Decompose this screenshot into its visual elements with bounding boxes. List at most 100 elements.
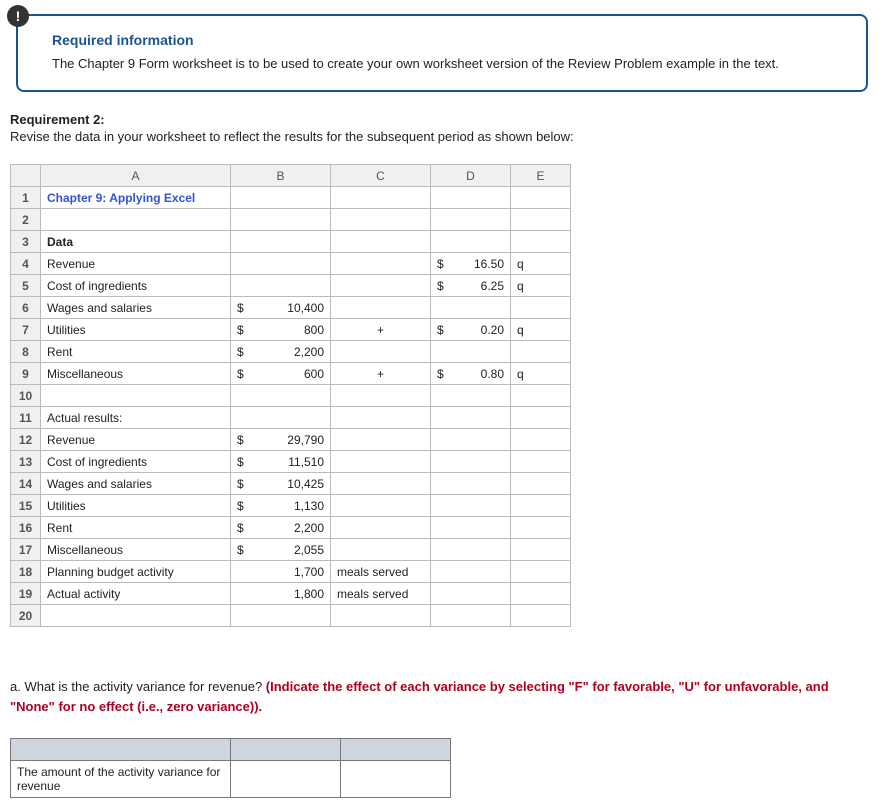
row-num: 5 [11,275,41,297]
cell-D7-sym: $ [437,323,444,337]
cell-A12: Revenue [41,429,231,451]
cell-D5-sym: $ [437,279,444,293]
row-num: 14 [11,473,41,495]
row-6: 6 Wages and salaries $10,400 [11,297,571,319]
cell-A16: Rent [41,517,231,539]
cell-B13-sym: $ [237,455,244,469]
col-header-B: B [231,165,331,187]
required-information-panel: ! Required information The Chapter 9 For… [16,14,868,92]
row-13: 13 Cost of ingredients $11,510 [11,451,571,473]
cell-B17-sym: $ [237,543,244,557]
cell-A9: Miscellaneous [41,363,231,385]
info-title: Required information [52,32,846,48]
row-2: 2 [11,209,571,231]
excel-worksheet: A B C D E 1 Chapter 9: Applying Excel 2 … [10,164,571,627]
row-num: 1 [11,187,41,209]
cell-D4-sym: $ [437,257,444,271]
row-num: 6 [11,297,41,319]
cell-B8-val: 2,200 [294,345,324,359]
cell-B6-val: 10,400 [287,301,324,315]
row-num: 20 [11,605,41,627]
cell-A4: Revenue [41,253,231,275]
answer-amount-input[interactable] [231,761,341,798]
cell-D4-val: 16.50 [474,257,504,271]
row-4: 4 Revenue $16.50 q [11,253,571,275]
cell-B15-val: 1,130 [294,499,324,513]
row-9: 9 Miscellaneous $600 + $0.80 q [11,363,571,385]
cell-B12-sym: $ [237,433,244,447]
row-num: 3 [11,231,41,253]
cell-B6-sym: $ [237,301,244,315]
cell-B12-val: 29,790 [287,433,324,447]
cell-B8-sym: $ [237,345,244,359]
cell-B19: 1,800 [231,583,331,605]
row-14: 14 Wages and salaries $10,425 [11,473,571,495]
row-num: 18 [11,561,41,583]
cell-A11: Actual results: [41,407,231,429]
question-a: a. What is the activity variance for rev… [10,677,874,716]
requirement-title: Requirement 2: [10,112,874,127]
cell-D9-sym: $ [437,367,444,381]
row-16: 16 Rent $2,200 [11,517,571,539]
cell-C18: meals served [331,561,431,583]
info-text: The Chapter 9 Form worksheet is to be us… [52,54,846,74]
cell-A19: Actual activity [41,583,231,605]
row-num: 13 [11,451,41,473]
row-num: 8 [11,341,41,363]
requirement-text: Revise the data in your worksheet to ref… [10,127,874,147]
cell-D5-val: 6.25 [481,279,504,293]
row-1: 1 Chapter 9: Applying Excel [11,187,571,209]
cell-A3: Data [41,231,231,253]
row-10: 10 [11,385,571,407]
question-text: a. What is the activity variance for rev… [10,679,266,694]
answer-effect-input[interactable] [341,761,451,798]
cell-A18: Planning budget activity [41,561,231,583]
cell-B16-sym: $ [237,521,244,535]
answer-header-blank-2 [231,739,341,761]
cell-B7-val: 800 [304,323,324,337]
corner-cell [11,165,41,187]
cell-D9-val: 0.80 [481,367,504,381]
cell-C19: meals served [331,583,431,605]
cell-A6: Wages and salaries [41,297,231,319]
row-7: 7 Utilities $800 + $0.20 q [11,319,571,341]
cell-C7: + [331,319,431,341]
cell-A17: Miscellaneous [41,539,231,561]
row-num: 10 [11,385,41,407]
cell-A5: Cost of ingredients [41,275,231,297]
row-18: 18 Planning budget activity 1,700 meals … [11,561,571,583]
cell-E5: q [511,275,571,297]
row-20: 20 [11,605,571,627]
cell-E4: q [511,253,571,275]
row-11: 11 Actual results: [11,407,571,429]
row-num: 11 [11,407,41,429]
row-num: 12 [11,429,41,451]
row-num: 2 [11,209,41,231]
row-5: 5 Cost of ingredients $6.25 q [11,275,571,297]
col-header-E: E [511,165,571,187]
row-num: 9 [11,363,41,385]
col-header-D: D [431,165,511,187]
row-3: 3 Data [11,231,571,253]
cell-B9-val: 600 [304,367,324,381]
answer-row-label: The amount of the activity variance for … [11,761,231,798]
answer-table: The amount of the activity variance for … [10,738,451,798]
row-num: 4 [11,253,41,275]
cell-B17-val: 2,055 [294,543,324,557]
cell-B7-sym: $ [237,323,244,337]
cell-E9: q [511,363,571,385]
answer-header-blank-1 [11,739,231,761]
cell-A14: Wages and salaries [41,473,231,495]
row-8: 8 Rent $2,200 [11,341,571,363]
row-num: 15 [11,495,41,517]
row-15: 15 Utilities $1,130 [11,495,571,517]
cell-A13: Cost of ingredients [41,451,231,473]
cell-B15-sym: $ [237,499,244,513]
cell-D7-val: 0.20 [481,323,504,337]
col-header-C: C [331,165,431,187]
cell-B14-sym: $ [237,477,244,491]
cell-A7: Utilities [41,319,231,341]
cell-B13-val: 11,510 [288,455,324,469]
row-num: 19 [11,583,41,605]
cell-B18: 1,700 [231,561,331,583]
